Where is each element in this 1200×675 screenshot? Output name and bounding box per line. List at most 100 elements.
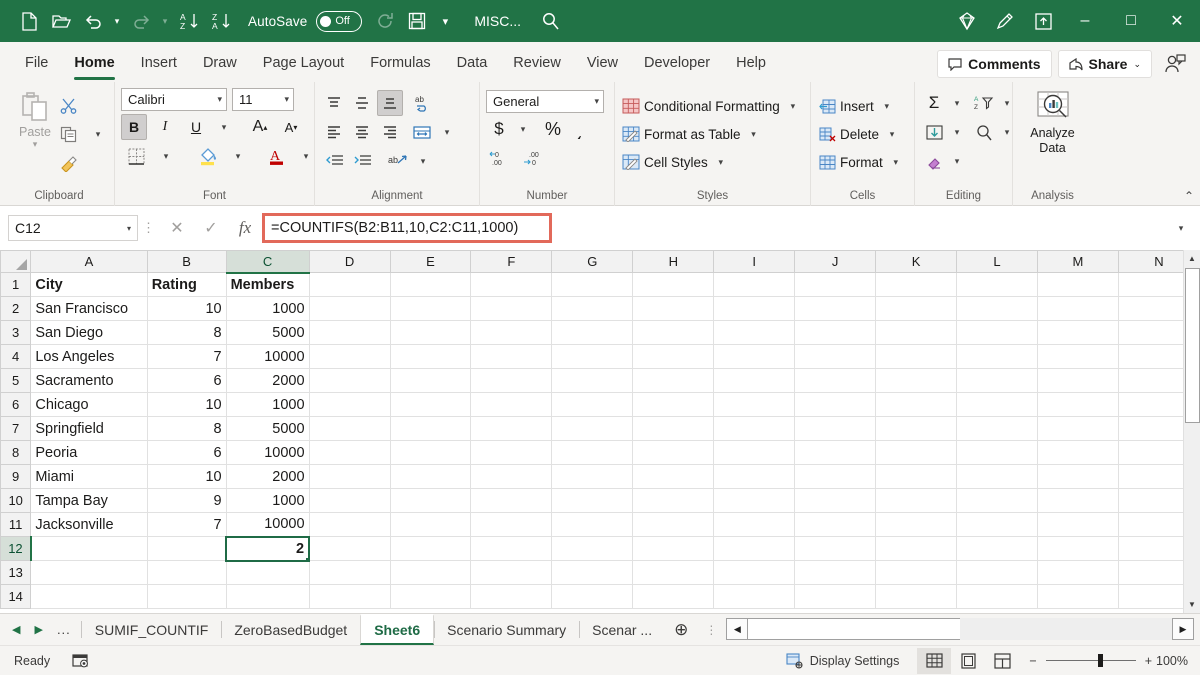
- cell-l2[interactable]: [956, 296, 1038, 321]
- cell-styles-chevron-down-icon[interactable]: ▾: [711, 149, 731, 175]
- cell-l3[interactable]: [956, 320, 1038, 345]
- column-header-h[interactable]: H: [632, 250, 715, 273]
- refresh-icon[interactable]: [370, 6, 400, 36]
- cell-k6[interactable]: [875, 392, 958, 417]
- fill-color-button[interactable]: [193, 143, 223, 169]
- cell-j12[interactable]: [794, 536, 877, 561]
- cell-f11[interactable]: [470, 512, 553, 537]
- row-header-1[interactable]: 1: [0, 272, 32, 297]
- increase-decimal-button[interactable]: 0.00: [486, 145, 516, 171]
- row-header-9[interactable]: 9: [0, 464, 32, 489]
- column-header-a[interactable]: A: [30, 250, 148, 273]
- clear-button[interactable]: [921, 148, 947, 174]
- cell-l5[interactable]: [956, 368, 1038, 393]
- sheet-tab-scenario-truncated[interactable]: Scenar ...: [579, 614, 665, 645]
- cell-c11[interactable]: 10000: [225, 512, 310, 537]
- cell-d4[interactable]: [308, 344, 391, 369]
- paste-chevron-down-icon[interactable]: ▾: [33, 139, 38, 150]
- cell-f1[interactable]: [470, 272, 553, 297]
- row-header-12[interactable]: 12: [0, 536, 32, 561]
- column-header-b[interactable]: B: [146, 250, 227, 273]
- accounting-chevron-down-icon[interactable]: ▾: [513, 116, 533, 142]
- cell-a14[interactable]: [30, 584, 148, 609]
- cell-f6[interactable]: [470, 392, 553, 417]
- record-macro-icon[interactable]: [72, 653, 90, 669]
- cell-i9[interactable]: [713, 464, 796, 489]
- delete-cells-button[interactable]: Delete ▾: [817, 120, 902, 148]
- wrap-text-button[interactable]: ab: [385, 148, 411, 174]
- cell-g3[interactable]: [551, 320, 634, 345]
- vertical-scrollbar-thumb[interactable]: [1184, 268, 1200, 423]
- insert-cells-button[interactable]: Insert ▾: [817, 92, 897, 120]
- cell-a6[interactable]: Chicago: [30, 392, 148, 417]
- cell-h8[interactable]: [632, 440, 715, 465]
- select-all-corner[interactable]: [0, 250, 32, 273]
- cell-c3[interactable]: 5000: [225, 320, 310, 345]
- autosum-button[interactable]: Σ: [921, 90, 947, 116]
- normal-view-button[interactable]: [917, 647, 952, 674]
- zoom-slider-track[interactable]: [1045, 654, 1136, 667]
- copy-chevron-down-icon[interactable]: ▾: [88, 121, 108, 147]
- italic-button[interactable]: I: [152, 114, 178, 140]
- cell-l13[interactable]: [956, 560, 1038, 585]
- zoom-control[interactable]: − +: [1029, 654, 1152, 668]
- tab-insert[interactable]: Insert: [128, 44, 190, 82]
- cell-e4[interactable]: [389, 344, 472, 369]
- cell-l7[interactable]: [956, 416, 1038, 441]
- cell-k9[interactable]: [875, 464, 958, 489]
- cell-f5[interactable]: [470, 368, 553, 393]
- tab-developer[interactable]: Developer: [631, 44, 723, 82]
- analyze-data-button[interactable]: Analyze Data: [1019, 88, 1086, 156]
- cell-m3[interactable]: [1037, 320, 1119, 345]
- row-header-10[interactable]: 10: [0, 488, 32, 513]
- autosum-chevron-down-icon[interactable]: ▾: [947, 90, 967, 116]
- sheet-tab-sumif-countif[interactable]: SUMIF_COUNTIF: [82, 614, 222, 645]
- cell-l1[interactable]: [956, 272, 1038, 297]
- cell-a11[interactable]: Jacksonville: [30, 512, 148, 537]
- row-header-8[interactable]: 8: [0, 440, 32, 465]
- cell-b9[interactable]: 10: [146, 464, 227, 489]
- cell-d5[interactable]: [308, 368, 391, 393]
- horizontal-scrollbar-track[interactable]: [960, 618, 1172, 640]
- tab-review[interactable]: Review: [500, 44, 574, 82]
- cell-f2[interactable]: [470, 296, 553, 321]
- cell-b4[interactable]: 7: [146, 344, 227, 369]
- cell-b11[interactable]: 7: [146, 512, 227, 537]
- borders-button[interactable]: [121, 143, 151, 169]
- redo-dropdown-chevron-down-icon[interactable]: ▾: [158, 7, 172, 35]
- cell-k7[interactable]: [875, 416, 958, 441]
- cell-styles-button[interactable]: Cell Styles ▾: [621, 148, 731, 176]
- formula-input[interactable]: =COUNTIFS(B2:B11,10,C2:C11,1000): [262, 213, 552, 243]
- diamond-icon[interactable]: [948, 0, 986, 42]
- column-header-d[interactable]: D: [308, 250, 391, 273]
- cell-j13[interactable]: [794, 560, 877, 585]
- format-cells-chevron-down-icon[interactable]: ▾: [886, 149, 906, 175]
- cell-k8[interactable]: [875, 440, 958, 465]
- cell-h3[interactable]: [632, 320, 715, 345]
- cell-e9[interactable]: [389, 464, 472, 489]
- cell-c5[interactable]: 2000: [225, 368, 310, 393]
- scroll-right-arrow-icon[interactable]: ▶: [1172, 618, 1194, 640]
- share-chevron-down-icon[interactable]: ⌄: [1133, 59, 1141, 70]
- borders-chevron-down-icon[interactable]: ▾: [156, 143, 176, 169]
- customize-quick-access-chevron-down-icon[interactable]: ▾: [434, 7, 456, 35]
- cell-j4[interactable]: [794, 344, 877, 369]
- cell-e10[interactable]: [389, 488, 472, 513]
- scroll-down-arrow-icon[interactable]: ▼: [1183, 596, 1200, 613]
- comments-button[interactable]: Comments: [937, 50, 1052, 78]
- cell-c7[interactable]: 5000: [225, 416, 310, 441]
- page-break-preview-button[interactable]: [985, 648, 1019, 674]
- cell-b14[interactable]: [146, 584, 227, 609]
- cell-b12[interactable]: [146, 536, 227, 561]
- cell-c13[interactable]: [225, 560, 310, 585]
- cell-f12[interactable]: [470, 536, 553, 561]
- fill-chevron-down-icon[interactable]: ▾: [947, 119, 967, 145]
- cell-m5[interactable]: [1037, 368, 1119, 393]
- cell-g9[interactable]: [551, 464, 634, 489]
- cell-c6[interactable]: 1000: [225, 392, 310, 417]
- zoom-slider-knob[interactable]: [1097, 654, 1103, 667]
- cell-k12[interactable]: [875, 536, 958, 561]
- cell-j5[interactable]: [794, 368, 877, 393]
- insert-function-icon[interactable]: fx: [228, 215, 262, 241]
- save-icon[interactable]: [402, 6, 432, 36]
